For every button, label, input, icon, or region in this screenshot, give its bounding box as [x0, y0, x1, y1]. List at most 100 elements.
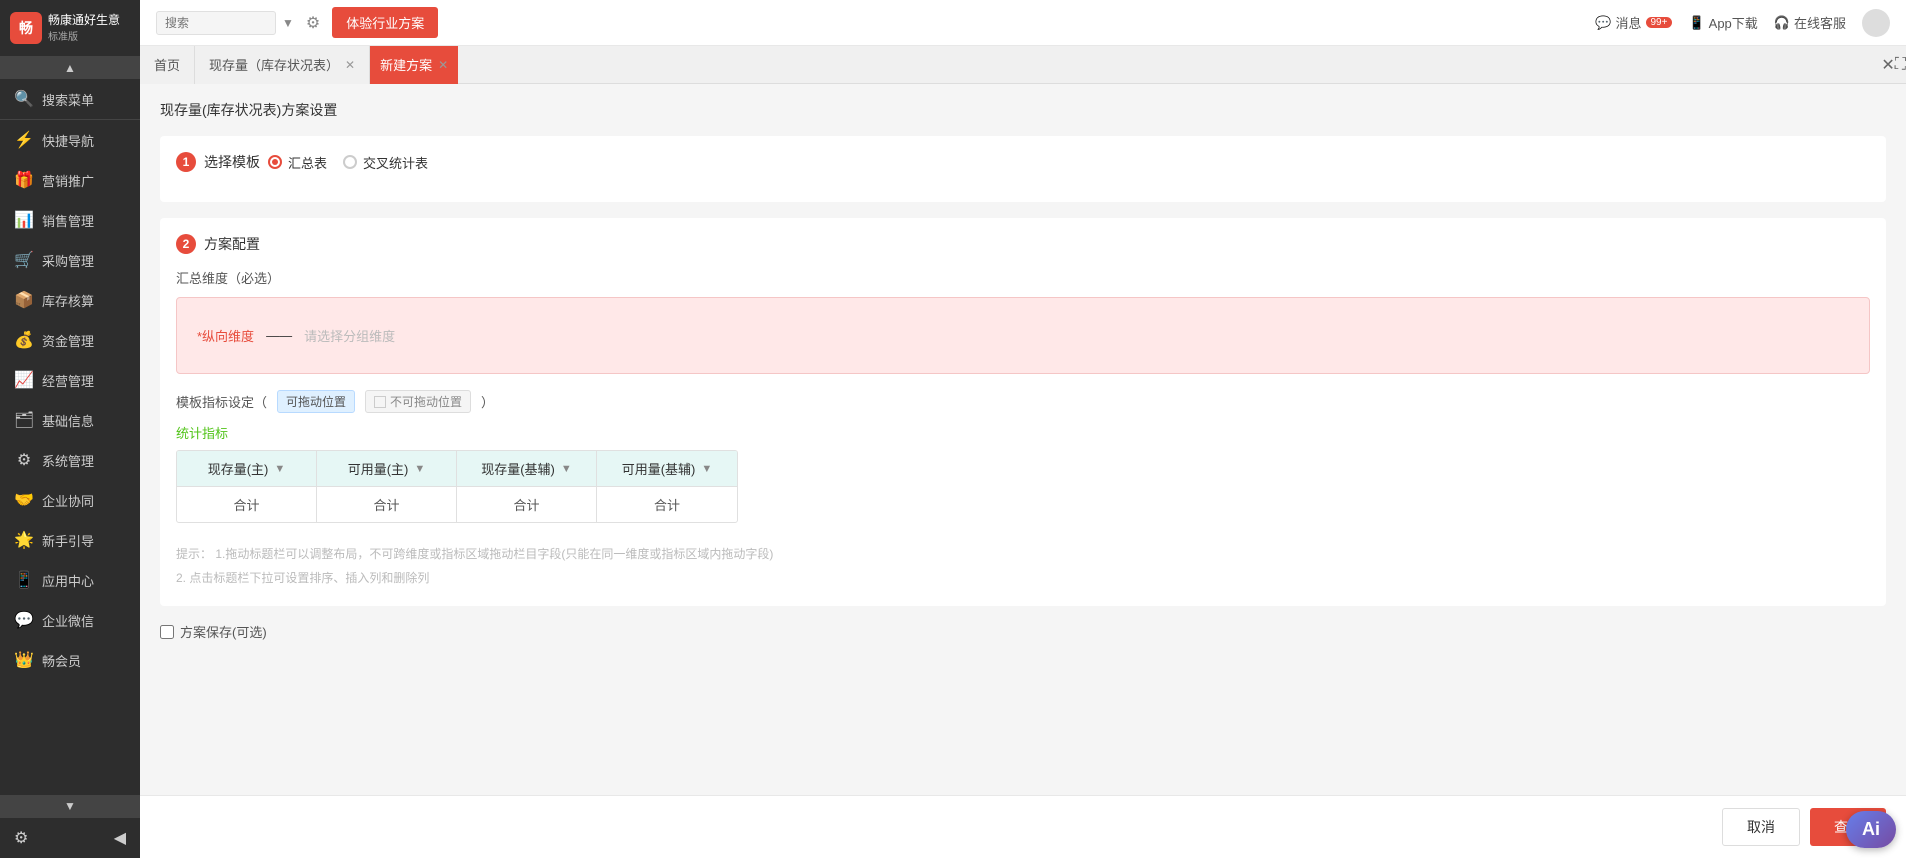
stats-body-col-0-cell: 合计: [177, 487, 316, 522]
page-title: 现存量(库存状况表)方案设置: [160, 100, 1886, 120]
radio-summary-label: 汇总表: [288, 153, 327, 172]
app-download-label: App下载: [1709, 13, 1758, 32]
sidebar-item-search[interactable]: 🔍 搜索菜单: [0, 79, 140, 120]
finance-icon: 💰: [14, 330, 34, 350]
stats-col-2-header[interactable]: 现存量(基辅) ▼: [457, 451, 596, 487]
stats-col-3-header[interactable]: 可用量(基辅) ▼: [597, 451, 737, 487]
stats-col-2-dropdown[interactable]: ▼: [561, 463, 572, 475]
stats-col-0-dropdown[interactable]: ▼: [274, 463, 285, 475]
tips-line-2: 2. 点击标题栏下拉可设置排序、插入列和删除列: [176, 566, 1870, 590]
topbar-right: 💬 消息 99+ 📱 App下载 🎧 在线客服: [1595, 9, 1890, 37]
basicinfo-icon: 🗂: [14, 410, 34, 430]
stats-table-body: 合计 合计 合计 合计: [177, 487, 737, 522]
search-icon: 🔍: [14, 89, 34, 109]
app-download-button[interactable]: 📱 App下载: [1688, 13, 1757, 32]
settings-icon[interactable]: ⚙: [14, 828, 28, 848]
topbar: ▼ ⚙ 体验行业方案 💬 消息 99+ 📱 App下载 🎧 在线客服: [140, 0, 1906, 46]
sidebar-item-system[interactable]: ⚙ 系统管理: [0, 440, 140, 480]
dimension-box[interactable]: *纵向维度 —— 请选择分组维度: [176, 297, 1870, 374]
stats-body-col-3: 合计: [597, 487, 737, 522]
sidebar-scroll-up[interactable]: ▲: [0, 57, 140, 79]
section-config-num: 2: [176, 234, 196, 254]
dimension-label: 汇总维度（必选）: [176, 268, 1870, 287]
cancel-button[interactable]: 取消: [1722, 808, 1800, 846]
sidebar-item-collab[interactable]: 🤝 企业协同: [0, 480, 140, 520]
topbar-search-input[interactable]: [156, 11, 276, 35]
sidebar-search-label: 搜索菜单: [42, 90, 94, 109]
stats-section: 统计指标 现存量(主) ▼ 可用量(主): [176, 423, 1870, 526]
panel-close-button[interactable]: ✕: [1881, 55, 1894, 75]
stats-title: 统计指标: [176, 423, 1870, 442]
stats-col-1: 可用量(主) ▼: [317, 451, 457, 487]
sidebar-footer: ⚙ ◀: [0, 817, 140, 858]
tab-new-plan-label: 新建方案: [380, 55, 432, 74]
topbar-gear-icon[interactable]: ⚙: [306, 13, 320, 33]
online-service-button[interactable]: 🎧 在线客服: [1774, 13, 1846, 32]
save-option: 方案保存(可选): [160, 622, 1886, 641]
sidebar-item-newuser[interactable]: 🌟 新手引导: [0, 520, 140, 560]
sidebar-item-appcenter[interactable]: 📱 应用中心: [0, 560, 140, 600]
topbar-dropdown-icon[interactable]: ▼: [282, 16, 294, 30]
template-radio-group: 汇总表 交叉统计表: [268, 153, 428, 172]
ai-badge[interactable]: Ai: [1846, 811, 1896, 848]
sidebar: 畅 畅康通好生意 标准版 ▲ 🔍 搜索菜单 ⚡ 快捷导航 🎁 营销推广 📊 销售…: [0, 0, 140, 858]
section-template-num: 1: [176, 152, 196, 172]
collapse-icon[interactable]: ◀: [114, 828, 126, 848]
online-service-label: 在线客服: [1794, 13, 1846, 32]
panel-expand-button[interactable]: ⛶: [1895, 56, 1906, 74]
newuser-icon: 🌟: [14, 530, 34, 550]
headset-icon: 🎧: [1774, 15, 1790, 31]
stats-body-col-2-cell: 合计: [457, 487, 596, 522]
indicator-section: 模板指标设定（ 可拖动位置 不可拖动位置 ） 统计指标: [176, 390, 1870, 526]
sidebar-item-basicinfo[interactable]: 🗂 基础信息: [0, 400, 140, 440]
indicator-label-prefix: 模板指标设定（: [176, 392, 267, 411]
tab-new-plan[interactable]: 新建方案 ✕: [370, 46, 458, 84]
radio-summary[interactable]: 汇总表: [268, 153, 327, 172]
sidebar-nav: 🔍 搜索菜单 ⚡ 快捷导航 🎁 营销推广 📊 销售管理 🛒 采购管理 📦 库存核…: [0, 79, 140, 795]
radio-summary-dot: [268, 155, 282, 169]
stats-col-0-label: 现存量(主): [208, 459, 269, 478]
industry-plan-button[interactable]: 体验行业方案: [332, 7, 438, 38]
operations-icon: 📈: [14, 370, 34, 390]
bottom-bar: 取消 查询: [140, 795, 1906, 858]
sidebar-item-quicknav[interactable]: ⚡ 快捷导航: [0, 120, 140, 160]
stats-col-3-dropdown[interactable]: ▼: [701, 463, 712, 475]
user-avatar[interactable]: [1862, 9, 1890, 37]
sidebar-item-sales[interactable]: 📊 销售管理: [0, 200, 140, 240]
tab-inventory[interactable]: 现存量（库存状况表） ✕: [195, 46, 370, 84]
stats-col-0-header[interactable]: 现存量(主) ▼: [177, 451, 316, 487]
purchase-icon: 🛒: [14, 250, 34, 270]
wechat-icon: 💬: [14, 610, 34, 630]
section-template-header: 1 选择模板 汇总表 交叉统计表: [176, 152, 1870, 172]
sidebar-item-purchase[interactable]: 🛒 采购管理: [0, 240, 140, 280]
sidebar-item-member[interactable]: 👑 畅会员: [0, 640, 140, 680]
tab-inventory-close[interactable]: ✕: [345, 58, 355, 72]
save-checkbox[interactable]: [160, 625, 174, 639]
member-icon: 👑: [14, 650, 34, 670]
section-template-title: 选择模板: [204, 152, 260, 172]
radio-cross[interactable]: 交叉统计表: [343, 153, 428, 172]
sidebar-item-inventory[interactable]: 📦 库存核算: [0, 280, 140, 320]
save-option-label: 方案保存(可选): [180, 622, 267, 641]
radio-cross-label: 交叉统计表: [363, 153, 428, 172]
message-button[interactable]: 💬 消息 99+: [1595, 13, 1672, 32]
marketing-icon: 🎁: [14, 170, 34, 190]
sales-icon: 📊: [14, 210, 34, 230]
phone-icon: 📱: [1688, 15, 1704, 31]
tab-home-label: 首页: [154, 55, 180, 74]
sidebar-scroll-down[interactable]: ▼: [0, 795, 140, 817]
tab-home[interactable]: 首页: [140, 46, 195, 84]
stats-col-1-header[interactable]: 可用量(主) ▼: [317, 451, 456, 487]
stats-col-1-dropdown[interactable]: ▼: [414, 463, 425, 475]
tab-new-plan-close[interactable]: ✕: [438, 58, 448, 72]
sidebar-item-wechat[interactable]: 💬 企业微信: [0, 600, 140, 640]
stats-body-col-0: 合计: [177, 487, 317, 522]
sidebar-item-operations[interactable]: 📈 经营管理: [0, 360, 140, 400]
stats-col-3-label: 可用量(基辅): [622, 459, 696, 478]
dimension-dash: ——: [266, 328, 292, 343]
page-content: 现存量(库存状况表)方案设置 1 选择模板 汇总表 交叉统计表: [140, 84, 1906, 795]
sidebar-item-finance[interactable]: 💰 资金管理: [0, 320, 140, 360]
stats-col-1-label: 可用量(主): [348, 459, 409, 478]
sidebar-item-marketing[interactable]: 🎁 营销推广: [0, 160, 140, 200]
app-name: 畅康通好生意: [48, 13, 120, 29]
